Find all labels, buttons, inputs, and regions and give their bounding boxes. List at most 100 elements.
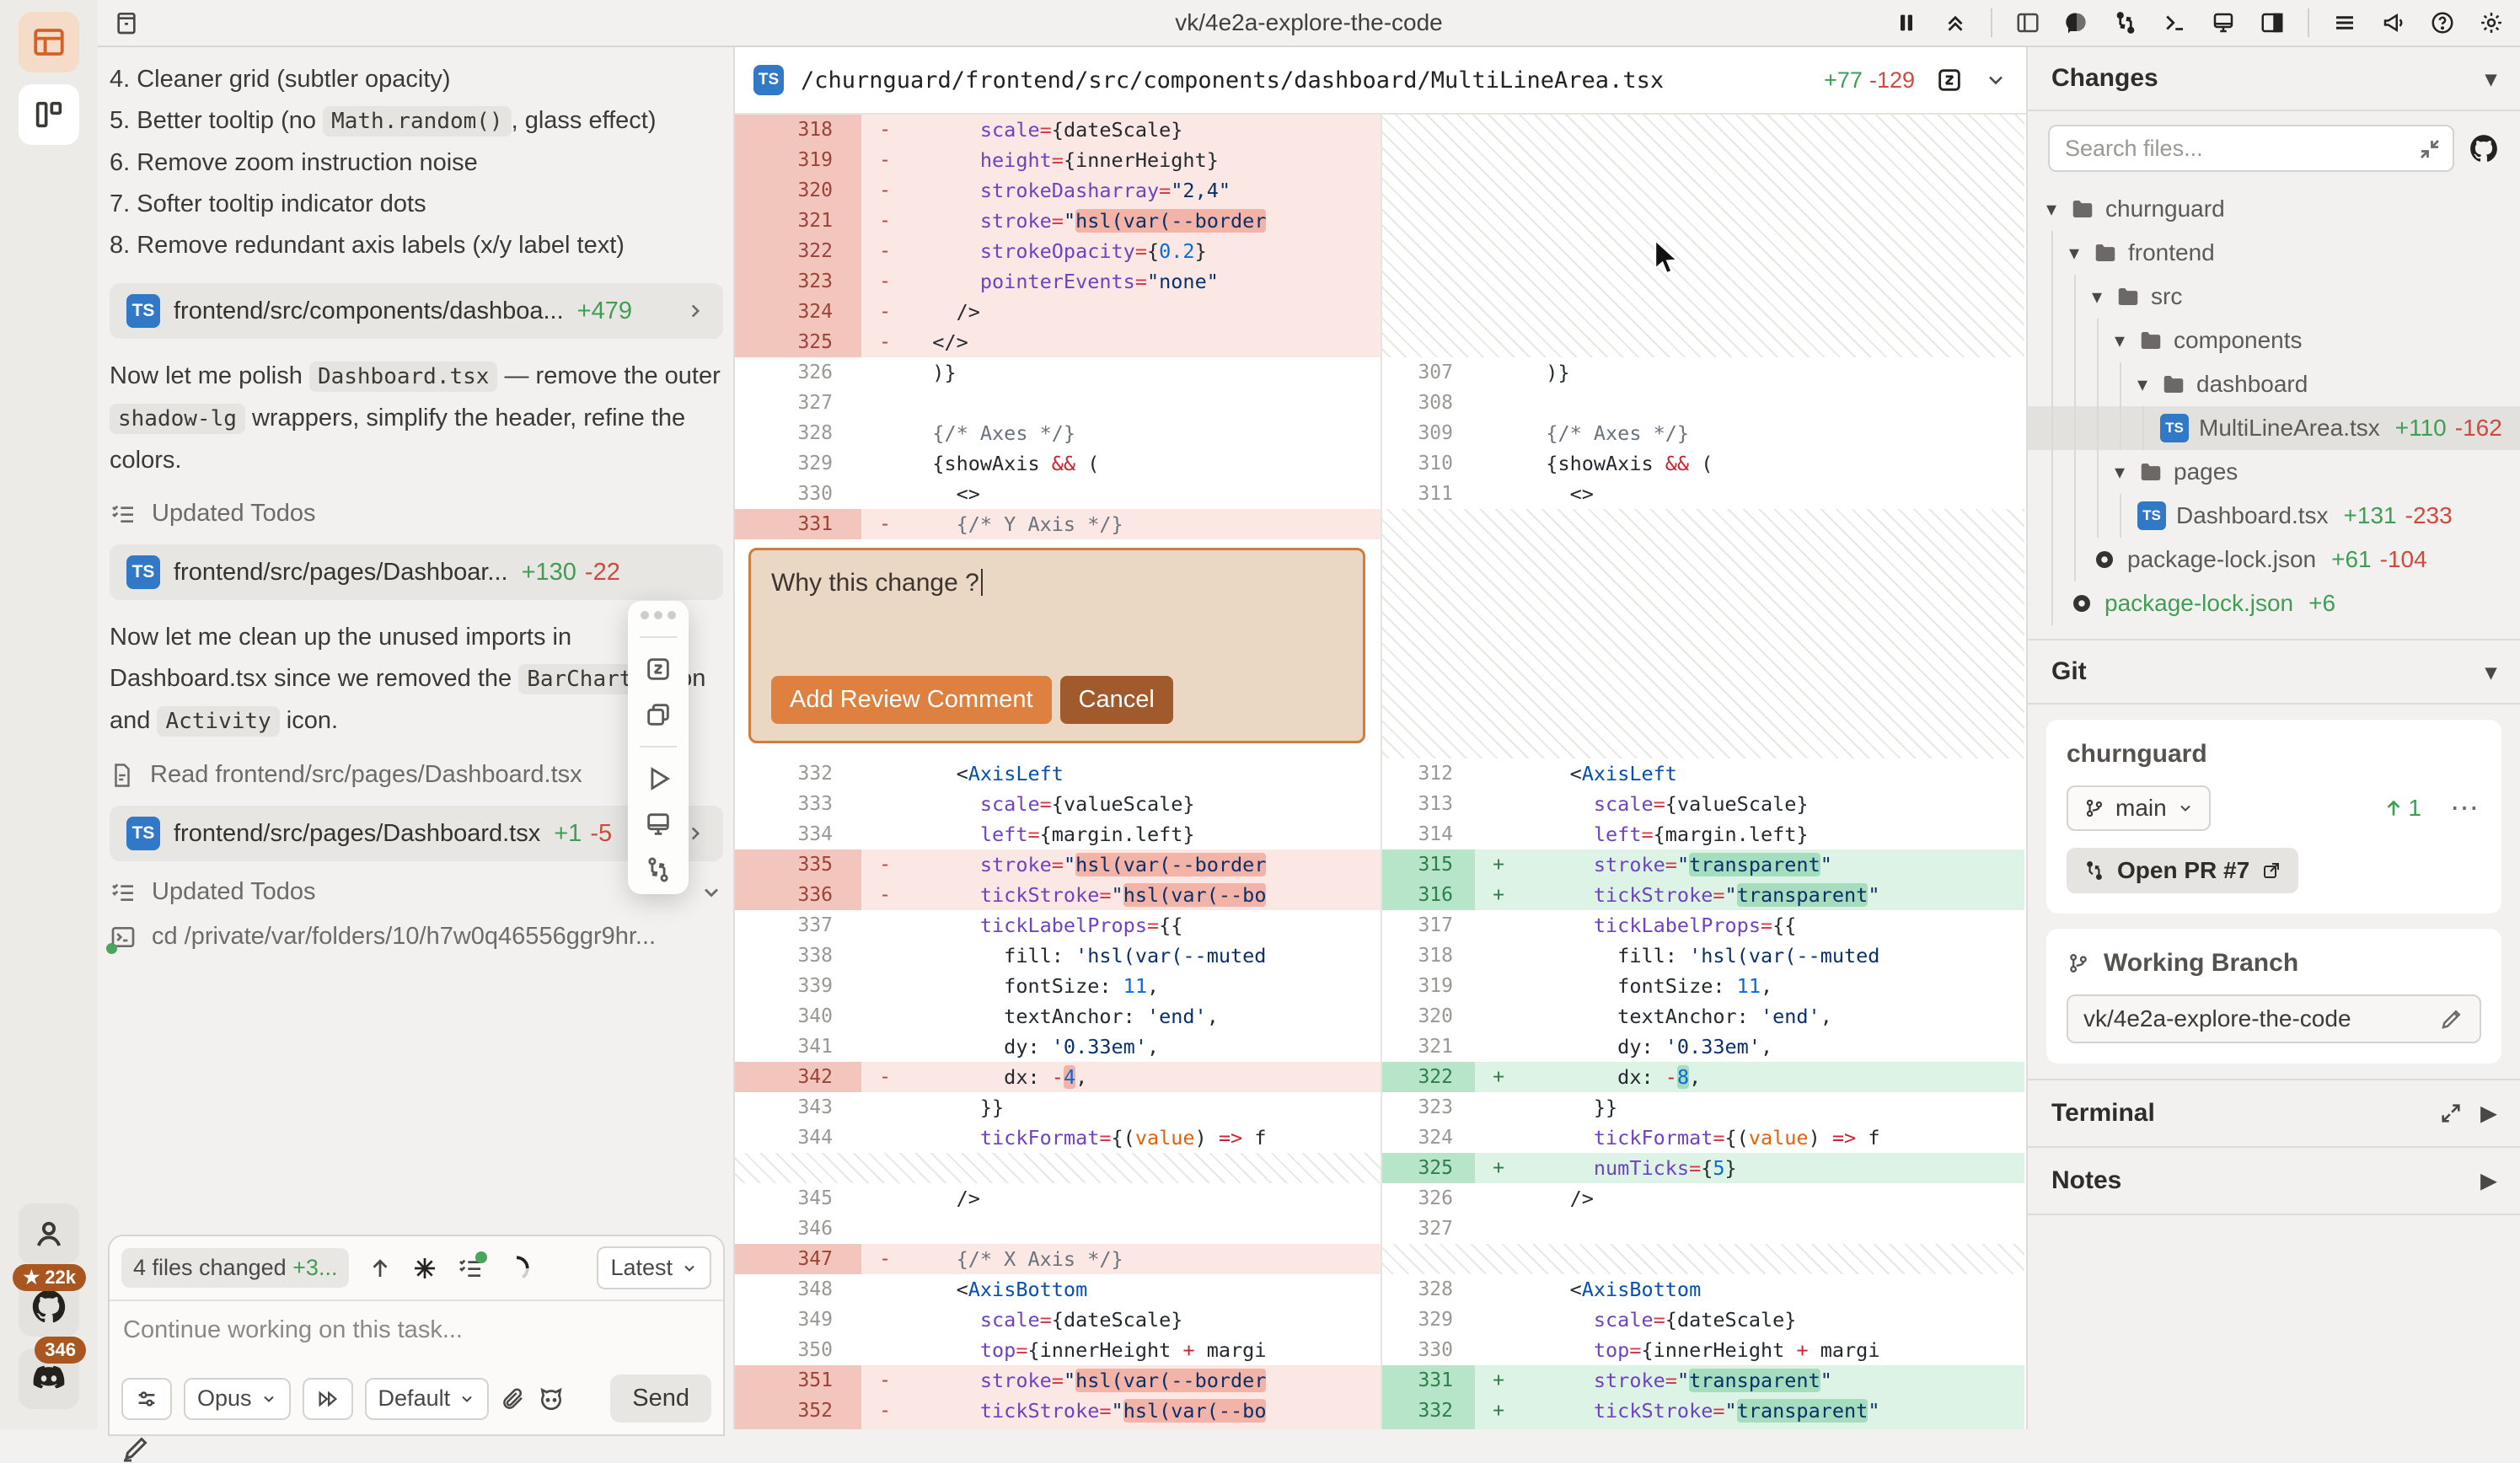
diff-right-cell[interactable] (1381, 266, 2024, 297)
account-button[interactable] (19, 1203, 79, 1264)
tree-folder-dashboard[interactable]: ▾dashboard (2028, 362, 2520, 406)
diff-left-cell[interactable]: 329 {showAxis && ( (735, 448, 1381, 479)
diff-row[interactable]: 330 <>311 <> (735, 479, 2026, 509)
diff-left-cell[interactable]: 332 <AxisLeft (735, 758, 1381, 789)
terminal-section-header[interactable]: Terminal ▶ (2028, 1080, 2520, 1146)
drag-handle-icon[interactable] (641, 611, 676, 619)
diff-row[interactable]: 334 left={margin.left}314 left={margin.l… (735, 819, 2026, 849)
search-files-input[interactable] (2048, 125, 2454, 172)
diff-left-cell[interactable]: 331- {/* Y Axis */} (735, 509, 1381, 539)
expand-icon[interactable] (2439, 1101, 2463, 1125)
diff-right-cell[interactable]: 313 scale={valueScale} (1381, 789, 2024, 819)
chat-bubble-icon[interactable] (2063, 9, 2090, 36)
diff-row[interactable]: 349 scale={dateScale}329 scale={dateScal… (735, 1305, 2026, 1335)
send-button[interactable]: Send (610, 1375, 711, 1423)
git-more-menu[interactable]: ⋯ (2450, 791, 2481, 825)
diff-right-cell[interactable]: 324 tickFormat={(value) => f (1381, 1123, 2024, 1153)
tree-folder-components[interactable]: ▾components (2028, 319, 2520, 362)
diff-view-icon[interactable] (644, 655, 673, 683)
diff-row[interactable]: 351- stroke="hsl(var(--border331+ stroke… (735, 1365, 2026, 1396)
tree-file-package-lock.json[interactable]: package-lock.json+6 (2028, 581, 2520, 625)
highlighter-icon[interactable] (121, 1433, 152, 1463)
diff-row[interactable]: 332 <AxisLeft312 <AxisLeft (735, 758, 2026, 789)
diff-left-cell[interactable]: 321- stroke="hsl(var(--border (735, 206, 1381, 236)
github-cat-icon[interactable] (2468, 132, 2500, 164)
diff-right-cell[interactable]: 331+ stroke="transparent" (1381, 1365, 2024, 1396)
diff-left-cell[interactable]: 349 scale={dateScale} (735, 1305, 1381, 1335)
diff-row[interactable]: 322- strokeOpacity={0.2} (735, 236, 2026, 266)
diff-right-cell[interactable] (1381, 1244, 2024, 1274)
cat-icon[interactable] (538, 1385, 565, 1412)
diff-right-cell[interactable]: 316+ tickStroke="transparent" (1381, 880, 2024, 910)
diff-right-cell[interactable]: 317 tickLabelProps={{ (1381, 910, 2024, 940)
diff-row[interactable]: 331- {/* Y Axis */} (735, 509, 2026, 539)
spark-icon[interactable] (411, 1255, 438, 1282)
diff-left-cell[interactable]: 327 (735, 388, 1381, 418)
diff-row[interactable]: 325- </> (735, 327, 2026, 357)
diff-row[interactable]: 350 top={innerHeight + margi330 top={inn… (735, 1335, 2026, 1365)
settings-sliders-button[interactable] (121, 1378, 172, 1420)
diff-left-cell[interactable]: 351- stroke="hsl(var(--border (735, 1365, 1381, 1396)
diff-row[interactable]: 318- scale={dateScale} (735, 115, 2026, 145)
diff-left-cell[interactable]: 344 tickFormat={(value) => f (735, 1123, 1381, 1153)
diff-right-cell[interactable]: 321 dy: '0.33em', (1381, 1032, 2024, 1062)
diff-right-cell[interactable]: 329 scale={dateScale} (1381, 1305, 2024, 1335)
diff-left-cell[interactable]: 330 <> (735, 479, 1381, 509)
diff-right-cell[interactable]: 308 (1381, 388, 2024, 418)
diff-right-cell[interactable] (1381, 206, 2024, 236)
diff-left-cell[interactable]: 346 (735, 1214, 1381, 1244)
changes-section-header[interactable]: Changes ▾ (2028, 47, 2520, 110)
diff-left-cell[interactable]: 326 )} (735, 357, 1381, 388)
diff-row[interactable]: 320- strokeDasharray="2,4" (735, 175, 2026, 206)
diff-right-cell[interactable]: 332+ tickStroke="transparent" (1381, 1396, 2024, 1426)
diff-left-cell[interactable]: 320- strokeDasharray="2,4" (735, 175, 1381, 206)
diff-row[interactable]: 333 scale={valueScale}313 scale={valueSc… (735, 789, 2026, 819)
model-dropdown[interactable]: Opus (184, 1378, 291, 1420)
diff-row[interactable]: 347- {/* X Axis */} (735, 1244, 2026, 1274)
copy-icon[interactable] (644, 700, 673, 729)
diff-left-cell[interactable]: 323- pointerEvents="none" (735, 266, 1381, 297)
diff-right-cell[interactable]: 315+ stroke="transparent" (1381, 849, 2024, 880)
diff-row[interactable]: 323- pointerEvents="none" (735, 266, 2026, 297)
diff-right-cell[interactable]: 320 textAnchor: 'end', (1381, 1001, 2024, 1032)
diff-row[interactable]: 327308 (735, 388, 2026, 418)
diff-left-cell[interactable]: 334 left={margin.left} (735, 819, 1381, 849)
diff-left-cell[interactable]: 350 top={innerHeight + margi (735, 1335, 1381, 1365)
diff-left-cell[interactable]: 345 /> (735, 1183, 1381, 1214)
file-chip[interactable]: TSfrontend/src/components/dashboa...+479 (110, 283, 723, 339)
diff-right-cell[interactable]: 328 <AxisBottom (1381, 1274, 2024, 1305)
megaphone-icon[interactable] (2380, 9, 2407, 36)
diff-row[interactable]: 321- stroke="hsl(var(--border (735, 206, 2026, 236)
board-view-button[interactable] (19, 84, 79, 145)
settings-gear-icon[interactable] (2478, 9, 2505, 36)
diff-right-cell[interactable]: 311 <> (1381, 479, 2024, 509)
tree-folder-churnguard[interactable]: ▾churnguard (2028, 187, 2520, 231)
tree-file-Dashboard.tsx[interactable]: TSDashboard.tsx+131-233 (2028, 494, 2520, 538)
diff-row[interactable]: 345 />326 /> (735, 1183, 2026, 1214)
help-icon[interactable] (2429, 9, 2456, 36)
diff-right-cell[interactable]: 318 fill: 'hsl(var(--muted (1381, 940, 2024, 971)
diff-left-cell[interactable]: 338 fill: 'hsl(var(--muted (735, 940, 1381, 971)
diff-right-cell[interactable]: 314 left={margin.left} (1381, 819, 2024, 849)
diff-row[interactable]: 329 {showAxis && (310 {showAxis && ( (735, 448, 2026, 479)
scroll-up-icon[interactable] (367, 1256, 393, 1281)
diff-right-cell[interactable] (1381, 145, 2024, 175)
diff-row[interactable]: 328 {/* Axes */}309 {/* Axes */} (735, 418, 2026, 448)
diff-left-cell[interactable]: 335- stroke="hsl(var(--border (735, 849, 1381, 880)
workspace-layout-button[interactable] (19, 12, 79, 72)
review-comment-text[interactable]: Why this change ? (771, 569, 1343, 598)
diff-row[interactable]: 338 fill: 'hsl(var(--muted318 fill: 'hsl… (735, 940, 2026, 971)
diff-left-cell[interactable]: 324- /> (735, 297, 1381, 327)
cancel-button[interactable]: Cancel (1060, 676, 1173, 724)
diff-row[interactable]: 337 tickLabelProps={{317 tickLabelProps=… (735, 910, 2026, 940)
diff-left-cell[interactable]: 322- strokeOpacity={0.2} (735, 236, 1381, 266)
add-review-comment-button[interactable]: Add Review Comment (771, 676, 1052, 724)
diff-row[interactable]: 352- tickStroke="hsl(var(--bo332+ tickSt… (735, 1396, 2026, 1426)
branch-dropdown[interactable]: main (2067, 785, 2211, 831)
diff-left-cell[interactable]: 339 fontSize: 11, (735, 971, 1381, 1001)
mode-dropdown[interactable]: Default (365, 1378, 490, 1420)
notes-section-header[interactable]: Notes ▶ (2028, 1148, 2520, 1214)
diff-right-cell[interactable]: 330 top={innerHeight + margi (1381, 1335, 2024, 1365)
diff-left-cell[interactable]: 325- </> (735, 327, 1381, 357)
pause-icon[interactable] (1893, 9, 1920, 36)
